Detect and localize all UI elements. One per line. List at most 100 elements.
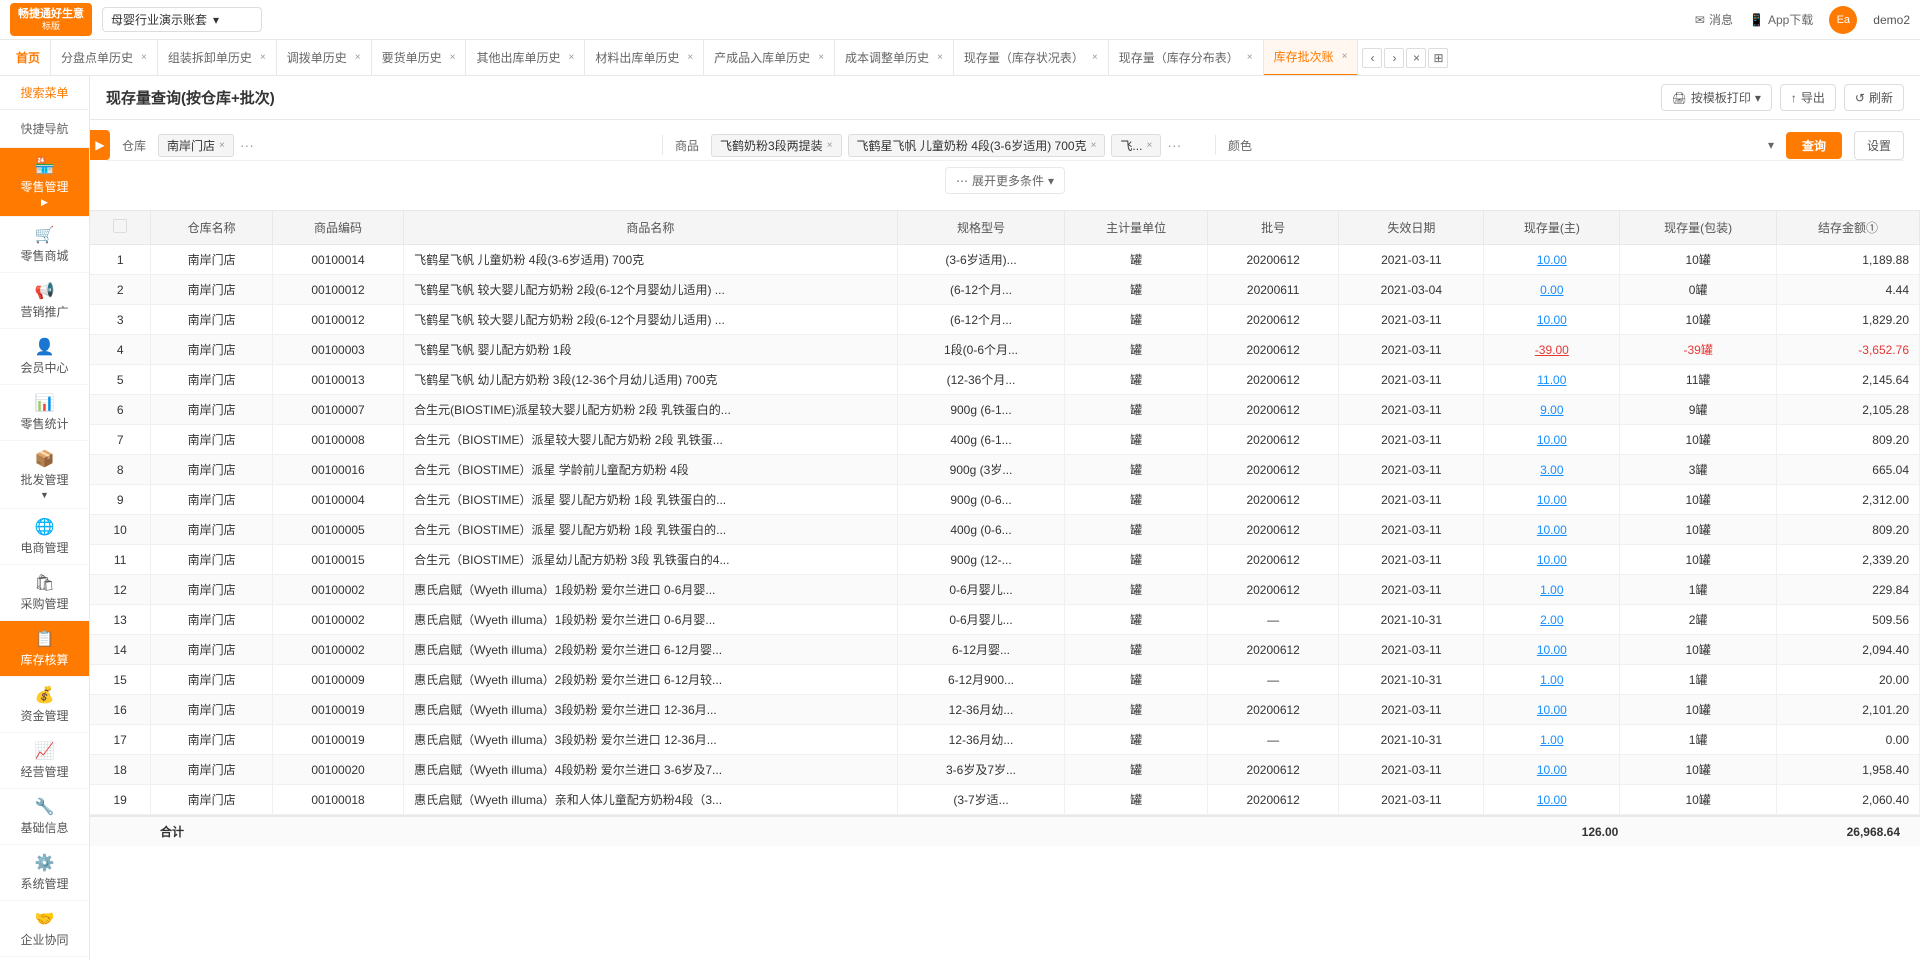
sidebar-nav-label[interactable]: 快捷导航 bbox=[0, 116, 89, 141]
row-qty-main[interactable]: 3.00 bbox=[1484, 455, 1620, 485]
tab-2[interactable]: 组装拆卸单历史 × bbox=[158, 40, 277, 76]
tab-8-close[interactable]: × bbox=[937, 52, 943, 63]
row-qty-main[interactable]: 10.00 bbox=[1484, 545, 1620, 575]
tab-close-all[interactable]: × bbox=[1406, 48, 1426, 68]
sidebar-item-finance-mgmt[interactable]: 💰 资金管理 bbox=[0, 677, 89, 733]
tab-9-close[interactable]: × bbox=[1092, 52, 1098, 63]
product-tag-2-close[interactable]: × bbox=[1091, 140, 1097, 151]
product-filter-more[interactable]: ··· bbox=[1167, 137, 1181, 153]
tab-6[interactable]: 材料出库单历史 × bbox=[585, 40, 704, 76]
phone-icon: 📱 bbox=[1749, 13, 1764, 27]
tab-7-close[interactable]: × bbox=[818, 52, 824, 63]
chevron-right-icon: ▶ bbox=[41, 197, 48, 208]
product-tag-2-text: 飞鹤星飞帆 儿童奶粉 4段(3-6岁适用) 700克 bbox=[857, 137, 1087, 154]
tab-6-close[interactable]: × bbox=[687, 52, 693, 63]
row-expire: 2021-10-31 bbox=[1339, 605, 1484, 635]
tab-8[interactable]: 成本调整单历史 × bbox=[835, 40, 954, 76]
row-qty-main[interactable]: 11.00 bbox=[1484, 365, 1620, 395]
product-tag-1[interactable]: 飞鹤奶粉3段两提装 × bbox=[711, 134, 842, 157]
tab-home[interactable]: 首页 bbox=[6, 40, 51, 76]
row-qty-main[interactable]: 10.00 bbox=[1484, 785, 1620, 815]
tab-2-close[interactable]: × bbox=[260, 52, 266, 63]
sidebar-item-marketing[interactable]: 📢 营销推广 bbox=[0, 273, 89, 329]
tab-10[interactable]: 现存量（库存分布表） × bbox=[1109, 40, 1264, 76]
sidebar-item-ops-mgmt[interactable]: 📈 经营管理 bbox=[0, 733, 89, 789]
row-qty-main[interactable]: 1.00 bbox=[1484, 575, 1620, 605]
tab-next-arrow[interactable]: › bbox=[1384, 48, 1404, 68]
tab-7[interactable]: 产成品入库单历史 × bbox=[704, 40, 835, 76]
warehouse-tag-1-close[interactable]: × bbox=[219, 140, 225, 151]
row-qty-main[interactable]: -39.00 bbox=[1484, 335, 1620, 365]
tab-5[interactable]: 其他出库单历史 × bbox=[466, 40, 585, 76]
sidebar-item-purchase-mgmt[interactable]: 🛍 采购管理 bbox=[0, 565, 89, 621]
row-qty-main[interactable]: 10.00 bbox=[1484, 305, 1620, 335]
sidebar-item-retail-shop[interactable]: 🛒 零售商城 bbox=[0, 217, 89, 273]
sidebar-item-wholesale-mgmt[interactable]: 📦 批发管理 ▼ bbox=[0, 441, 89, 509]
row-unit: 罐 bbox=[1065, 665, 1208, 695]
sidebar-item-basic-info[interactable]: 🔧 基础信息 bbox=[0, 789, 89, 845]
row-warehouse: 南岸门店 bbox=[151, 755, 273, 785]
sidebar-search-label[interactable]: 搜索菜单 bbox=[6, 84, 83, 101]
row-qty-main[interactable]: 2.00 bbox=[1484, 605, 1620, 635]
sidebar-expand-btn[interactable]: ▶ bbox=[90, 130, 110, 160]
select-all-checkbox[interactable] bbox=[113, 219, 127, 233]
sidebar-item-enterprise[interactable]: 🤝 企业协同 bbox=[0, 901, 89, 957]
warehouse-tag-1[interactable]: 南岸门店 × bbox=[158, 134, 234, 157]
message-btn[interactable]: ✉ 消息 bbox=[1695, 11, 1733, 28]
row-qty-main[interactable]: 10.00 bbox=[1484, 635, 1620, 665]
tab-3-close[interactable]: × bbox=[355, 52, 361, 63]
table-row: 6 南岸门店 00100007 合生元(BIOSTIME)派星较大婴儿配方奶粉 … bbox=[90, 395, 1920, 425]
template-print-btn[interactable]: 🖨 按模板打印 ▾ bbox=[1661, 84, 1772, 111]
row-qty-main[interactable]: 10.00 bbox=[1484, 695, 1620, 725]
tab-10-close[interactable]: × bbox=[1247, 52, 1253, 63]
row-qty-main[interactable]: 9.00 bbox=[1484, 395, 1620, 425]
settings-btn[interactable]: 设置 bbox=[1854, 131, 1904, 160]
sidebar-item-ecommerce-mgmt[interactable]: 🌐 电商管理 bbox=[0, 509, 89, 565]
row-qty-main[interactable]: 1.00 bbox=[1484, 665, 1620, 695]
tab-4-close[interactable]: × bbox=[450, 52, 456, 63]
tab-5-close[interactable]: × bbox=[568, 52, 574, 63]
product-tag-2[interactable]: 飞鹤星飞帆 儿童奶粉 4段(3-6岁适用) 700克 × bbox=[848, 134, 1106, 157]
sidebar-item-retail-stats[interactable]: 📊 零售统计 bbox=[0, 385, 89, 441]
product-tag-1-close[interactable]: × bbox=[827, 140, 833, 151]
expand-conditions-btn[interactable]: ⋯ 展开更多条件 ▾ bbox=[945, 167, 1065, 194]
tab-1[interactable]: 分盘点单历史 × bbox=[51, 40, 158, 76]
row-qty-main[interactable]: 0.00 bbox=[1484, 275, 1620, 305]
product-tag-3-close[interactable]: × bbox=[1146, 140, 1152, 151]
query-btn[interactable]: 查询 bbox=[1786, 132, 1842, 159]
row-qty-main[interactable]: 10.00 bbox=[1484, 515, 1620, 545]
store-selector[interactable]: 母婴行业演示账套 ▾ bbox=[102, 7, 262, 32]
sidebar-item-finance-mgmt-label: 资金管理 bbox=[20, 707, 68, 724]
tab-11-close[interactable]: × bbox=[1342, 51, 1348, 62]
filter-divider-1 bbox=[662, 135, 663, 155]
row-warehouse: 南岸门店 bbox=[151, 455, 273, 485]
tab-9[interactable]: 现存量（库存状况表） × bbox=[954, 40, 1109, 76]
sidebar-item-system-mgmt[interactable]: ⚙️ 系统管理 bbox=[0, 845, 89, 901]
tab-3[interactable]: 调拨单历史 × bbox=[277, 40, 372, 76]
sidebar-item-member-center[interactable]: 👤 会员中心 bbox=[0, 329, 89, 385]
export-btn[interactable]: ↑ 导出 bbox=[1780, 84, 1836, 111]
sidebar-search-section: 搜索菜单 bbox=[0, 76, 89, 110]
tab-1-close[interactable]: × bbox=[141, 52, 147, 63]
sidebar-item-retail-mgmt[interactable]: 🏪 零售管理 ▶ bbox=[0, 148, 89, 217]
filter-more-btn[interactable]: ··· bbox=[240, 137, 254, 153]
tab-prev-arrow[interactable]: ‹ bbox=[1362, 48, 1382, 68]
avatar[interactable]: Ea bbox=[1829, 6, 1857, 34]
tab-11[interactable]: 库存批次账 × bbox=[1264, 40, 1359, 76]
filter-divider-2 bbox=[1215, 135, 1216, 155]
tab-menu[interactable]: ⊞ bbox=[1428, 48, 1448, 68]
row-qty-main[interactable]: 10.00 bbox=[1484, 755, 1620, 785]
sidebar-item-inventory-check[interactable]: 📋 库存核算 bbox=[0, 621, 89, 677]
product-tag-3[interactable]: 飞... × bbox=[1111, 134, 1161, 157]
app-download-btn[interactable]: 📱 App下载 bbox=[1749, 11, 1813, 28]
refresh-btn[interactable]: ↺ 刷新 bbox=[1844, 84, 1904, 111]
table-row: 1 南岸门店 00100014 飞鹤星飞帆 儿童奶粉 4段(3-6岁适用) 70… bbox=[90, 245, 1920, 275]
color-filter-arrow[interactable]: ▾ bbox=[1768, 138, 1774, 152]
row-qty-main[interactable]: 10.00 bbox=[1484, 485, 1620, 515]
row-no: 4 bbox=[90, 335, 151, 365]
row-expire: 2021-03-11 bbox=[1339, 695, 1484, 725]
tab-4[interactable]: 要货单历史 × bbox=[372, 40, 467, 76]
row-qty-main[interactable]: 10.00 bbox=[1484, 425, 1620, 455]
row-qty-main[interactable]: 10.00 bbox=[1484, 245, 1620, 275]
row-qty-main[interactable]: 1.00 bbox=[1484, 725, 1620, 755]
